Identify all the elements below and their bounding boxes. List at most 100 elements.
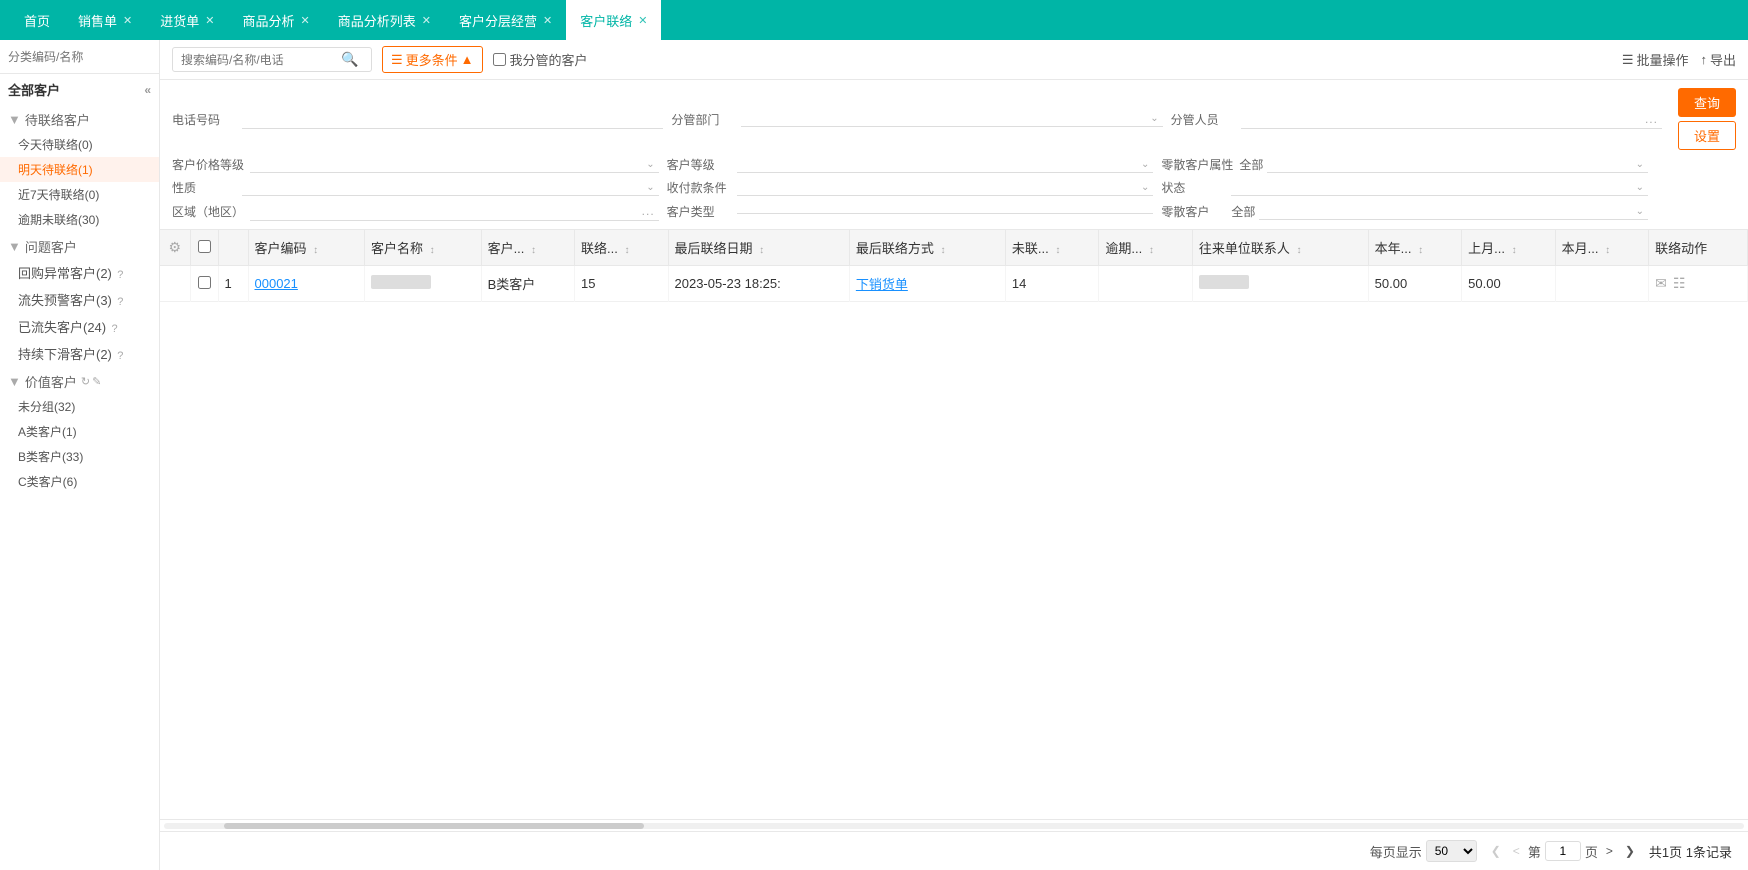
sort-icon-method[interactable]: ↕ bbox=[940, 245, 945, 256]
td-this-year-val: 50.00 bbox=[1368, 266, 1461, 302]
sidebar-all-customers[interactable]: 全部客户 « bbox=[0, 74, 159, 105]
th-last-date[interactable]: 最后联络日期 ↕ bbox=[668, 230, 849, 266]
export-btn[interactable]: ↑ 导出 bbox=[1700, 50, 1736, 69]
action-icons: ✉ ☷ bbox=[1655, 275, 1741, 292]
sidebar-item-churned[interactable]: 已流失客户(24) ? bbox=[0, 313, 159, 340]
sidebar-item-b-class[interactable]: B类客户(33) bbox=[0, 444, 159, 469]
nav-item-analysis-list[interactable]: 商品分析列表 ✕ bbox=[324, 0, 445, 40]
nav-item-purchase[interactable]: 进货单 ✕ bbox=[146, 0, 228, 40]
sidebar-item-repurchase-abnormal[interactable]: 回购异常客户(2) ? bbox=[0, 259, 159, 286]
th-this-month[interactable]: 本月... ↕ bbox=[1555, 230, 1648, 266]
last-method-link[interactable]: 下销货单 bbox=[856, 277, 908, 292]
filter-customer-type-select[interactable] bbox=[737, 209, 1154, 214]
nav-close-customer-tier[interactable]: ✕ bbox=[543, 14, 552, 27]
edit-icon-sidebar[interactable]: ✎ bbox=[92, 375, 101, 388]
filter-phone-input[interactable] bbox=[242, 110, 663, 129]
filter-dept-select[interactable]: ⌄ bbox=[741, 111, 1162, 127]
my-customers-checkbox[interactable] bbox=[493, 53, 506, 66]
sidebar-item-7days[interactable]: 近7天待联络(0) bbox=[0, 182, 159, 207]
filter-status-select[interactable]: ⌄ bbox=[1231, 180, 1648, 196]
nav-close-purchase[interactable]: ✕ bbox=[205, 14, 214, 27]
sort-icon-date[interactable]: ↕ bbox=[759, 245, 764, 256]
th-last-month[interactable]: 上月... ↕ bbox=[1462, 230, 1555, 266]
customer-code-link[interactable]: 000021 bbox=[255, 276, 298, 291]
th-overdue[interactable]: 逾期... ↕ bbox=[1099, 230, 1192, 266]
chevron-up-icon: ▲ bbox=[461, 52, 474, 67]
sidebar-item-today[interactable]: 今天待联络(0) bbox=[0, 132, 159, 157]
next-page-btn[interactable]: > bbox=[1602, 842, 1617, 860]
filter-retail-select[interactable]: ⌄ bbox=[1259, 204, 1648, 220]
th-customer-name[interactable]: 客户名称 ↕ bbox=[365, 230, 482, 266]
query-button[interactable]: 查询 bbox=[1678, 88, 1736, 117]
sort-icon-contact[interactable]: ↕ bbox=[625, 245, 630, 256]
sidebar-group-pending[interactable]: ▼ 待联络客户 bbox=[0, 105, 159, 132]
sort-icon-this-month[interactable]: ↕ bbox=[1605, 245, 1610, 256]
customer-table: ⚙ 客户编码 ↕ 客户名称 ↕ bbox=[160, 230, 1748, 302]
td-last-month-val: 50.00 bbox=[1462, 266, 1555, 302]
th-this-year[interactable]: 本年... ↕ bbox=[1368, 230, 1461, 266]
filter-nature-select[interactable]: ⌄ bbox=[242, 180, 659, 196]
th-no-contact[interactable]: 未联... ↕ bbox=[1005, 230, 1098, 266]
sort-icon-year[interactable]: ↕ bbox=[1418, 245, 1423, 256]
last-page-btn[interactable]: ❯ bbox=[1621, 842, 1639, 860]
sidebar-group-value[interactable]: ▼ 价值客户 ↻ ✎ bbox=[0, 367, 159, 394]
sidebar-item-tomorrow[interactable]: 明天待联络(1) bbox=[0, 157, 159, 182]
th-last-method[interactable]: 最后联络方式 ↕ bbox=[849, 230, 1005, 266]
select-all-checkbox[interactable] bbox=[198, 240, 211, 253]
sort-icon-last-month[interactable]: ↕ bbox=[1512, 245, 1517, 256]
sort-icon-type[interactable]: ↕ bbox=[531, 245, 536, 256]
sort-icon-overdue[interactable]: ↕ bbox=[1149, 245, 1154, 256]
sort-icon-contacts[interactable]: ↕ bbox=[1296, 245, 1301, 256]
refresh-icon[interactable]: ↻ bbox=[81, 375, 90, 388]
nav-item-customer-tier[interactable]: 客户分层经营 ✕ bbox=[445, 0, 566, 40]
filter-region-select[interactable]: ... bbox=[250, 202, 659, 221]
nav-item-analysis[interactable]: 商品分析 ✕ bbox=[228, 0, 323, 40]
td-customer-code[interactable]: 000021 bbox=[248, 266, 365, 302]
settings-icon[interactable]: ⚙ bbox=[168, 239, 181, 255]
sidebar-item-a-class[interactable]: A类客户(1) bbox=[0, 419, 159, 444]
filter-retail-attr-select[interactable]: ⌄ bbox=[1267, 157, 1648, 173]
sort-icon-no-contact[interactable]: ↕ bbox=[1055, 245, 1060, 256]
nav-item-customer-contact[interactable]: 客户联络 ✕ bbox=[566, 0, 661, 40]
search-input[interactable] bbox=[181, 53, 341, 67]
my-customers-toggle[interactable]: 我分管的客户 bbox=[493, 50, 588, 69]
nav-item-sales[interactable]: 销售单 ✕ bbox=[64, 0, 146, 40]
sidebar-group-problem[interactable]: ▼ 问题客户 bbox=[0, 232, 159, 259]
first-page-btn[interactable]: ❮ bbox=[1487, 842, 1505, 860]
filter-manager-select[interactable]: ... bbox=[1241, 110, 1662, 129]
page-input[interactable] bbox=[1545, 841, 1581, 861]
filter-retail-attr-inline: 全部 bbox=[1239, 156, 1263, 173]
sidebar-item-overdue[interactable]: 逾期未联络(30) bbox=[0, 207, 159, 232]
row-checkbox[interactable] bbox=[198, 276, 211, 289]
filter-price-level-select[interactable]: ⌄ bbox=[250, 157, 659, 173]
th-customer-code[interactable]: 客户编码 ↕ bbox=[248, 230, 365, 266]
batch-op-btn[interactable]: ☰ 批量操作 bbox=[1622, 50, 1689, 69]
help-icon-4: ? bbox=[117, 350, 123, 362]
sort-icon-code[interactable]: ↕ bbox=[313, 245, 318, 256]
sort-icon-name[interactable]: ↕ bbox=[430, 245, 435, 256]
per-page-label: 每页显示 bbox=[1370, 842, 1422, 861]
th-contacts-person[interactable]: 往来单位联系人 ↕ bbox=[1192, 230, 1368, 266]
scroll-thumb[interactable] bbox=[224, 823, 644, 829]
per-page-select[interactable]: 50 100 bbox=[1426, 840, 1477, 862]
nav-close-customer-contact[interactable]: ✕ bbox=[638, 14, 647, 27]
nav-close-analysis-list[interactable]: ✕ bbox=[422, 14, 431, 27]
action-grid-icon[interactable]: ☷ bbox=[1673, 275, 1686, 292]
nav-close-analysis[interactable]: ✕ bbox=[301, 14, 310, 27]
nav-close-sales[interactable]: ✕ bbox=[123, 14, 132, 27]
sidebar-item-ungrouped[interactable]: 未分组(32) bbox=[0, 394, 159, 419]
sidebar-item-churn-warning[interactable]: 流失预警客户(3) ? bbox=[0, 286, 159, 313]
settings-button[interactable]: 设置 bbox=[1678, 121, 1736, 150]
sidebar-search-input[interactable] bbox=[8, 50, 160, 64]
filter-customer-level-select[interactable]: ⌄ bbox=[737, 157, 1154, 173]
filter-payment-select[interactable]: ⌄ bbox=[737, 180, 1154, 196]
prev-page-btn[interactable]: < bbox=[1509, 842, 1524, 860]
search-icon[interactable]: 🔍 bbox=[341, 51, 358, 68]
sidebar-item-c-class[interactable]: C类客户(6) bbox=[0, 469, 159, 494]
sidebar-item-declining[interactable]: 持续下滑客户(2) ? bbox=[0, 340, 159, 367]
action-phone-icon[interactable]: ✉ bbox=[1655, 275, 1667, 292]
th-customer-type[interactable]: 客户... ↕ bbox=[481, 230, 574, 266]
th-contact[interactable]: 联络... ↕ bbox=[575, 230, 668, 266]
more-conditions-btn[interactable]: ☰ 更多条件 ▲ bbox=[382, 46, 483, 73]
nav-home[interactable]: 首页 bbox=[10, 0, 64, 40]
